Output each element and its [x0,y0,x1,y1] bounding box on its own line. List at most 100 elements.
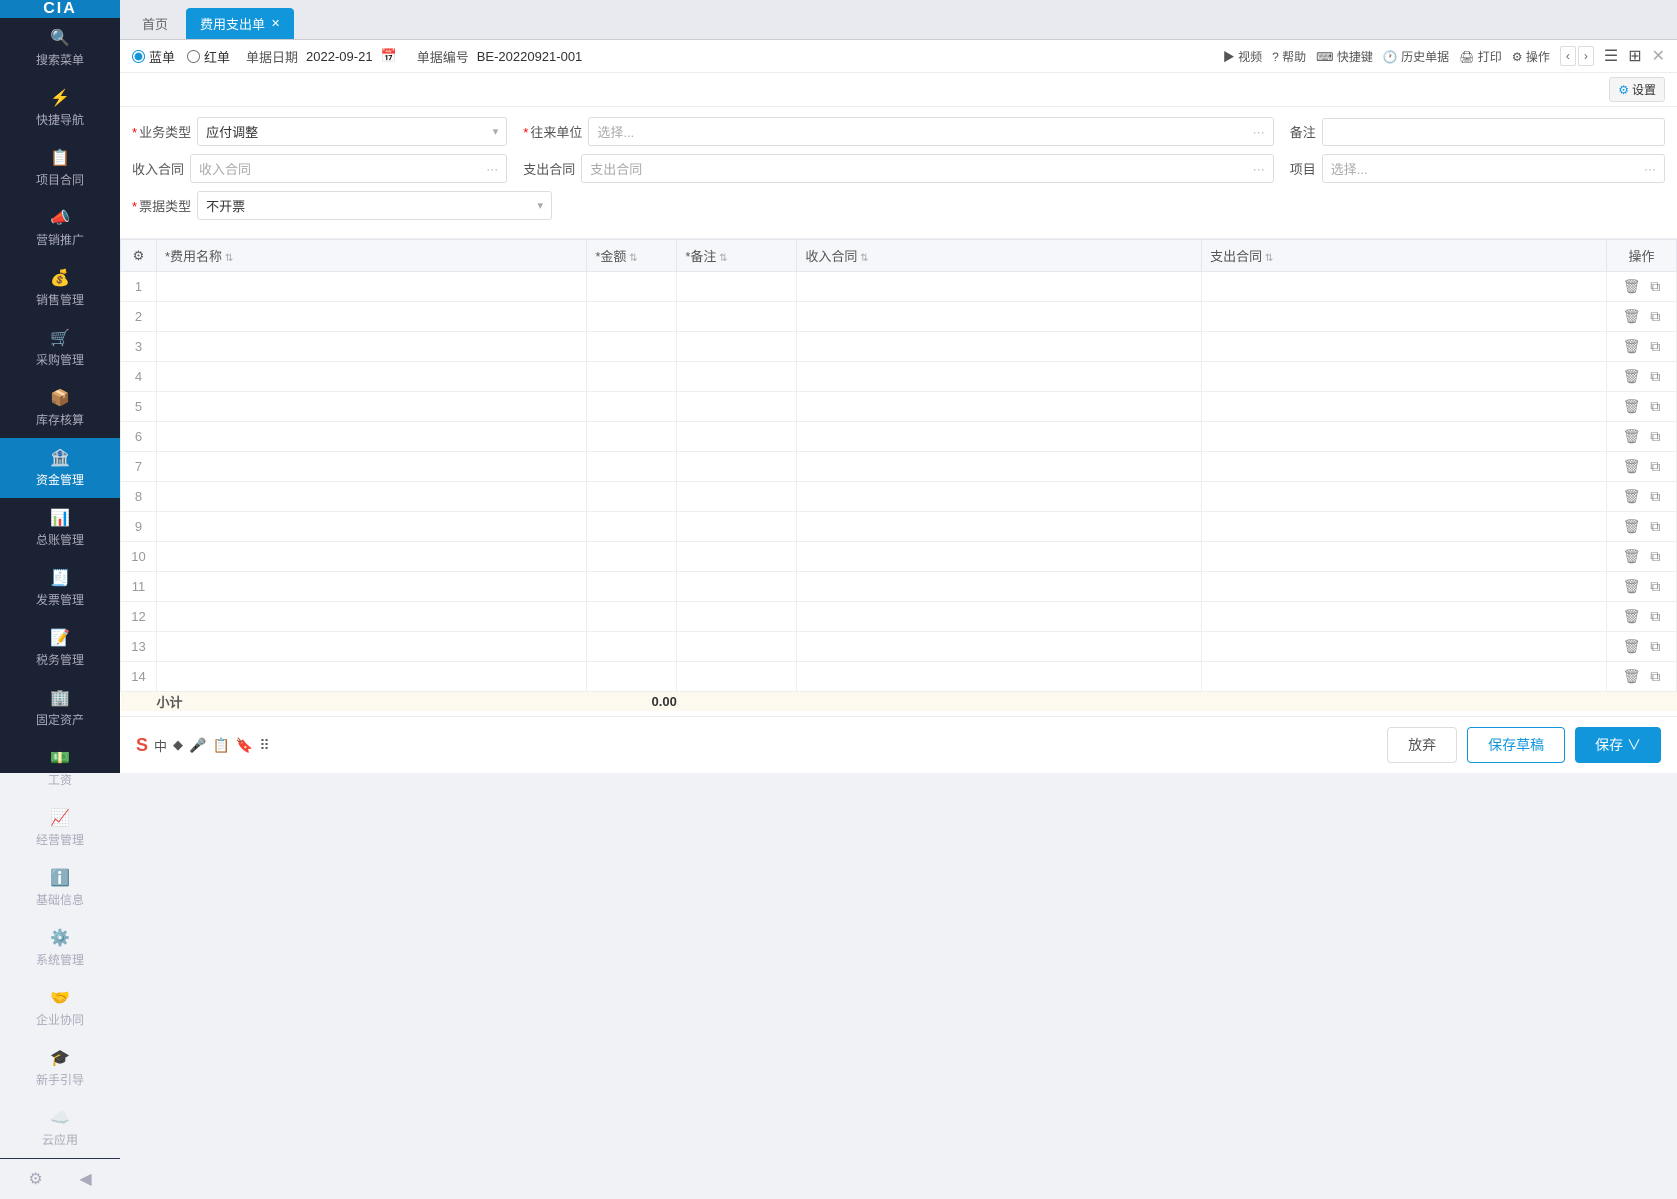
col-expense-contract[interactable]: 支出合同 [1202,240,1607,272]
sidebar-item-enterprise[interactable]: 🤝 企业协同 [0,978,120,1038]
expense-name-cell[interactable] [157,302,587,332]
col-expense-name[interactable]: *费用名称 [157,240,587,272]
expense-contract-cell[interactable] [1202,602,1607,632]
copy-row-icon[interactable]: ⧉ [1650,308,1660,324]
col-note[interactable]: *备注 [677,240,797,272]
sidebar-item-inventory[interactable]: 📦 库存核算 [0,378,120,438]
layout-list-btn[interactable]: ☰ [1604,46,1618,66]
copy-row-icon[interactable]: ⧉ [1650,398,1660,414]
income-contract-cell[interactable] [797,542,1202,572]
sidebar-item-marketing[interactable]: 📣 营销推广 [0,198,120,258]
help-btn[interactable]: ? 帮助 [1272,48,1306,65]
expense-name-cell[interactable] [157,452,587,482]
delete-row-icon[interactable]: 🗑 [1623,638,1641,654]
operation-btn[interactable]: ⚙ 操作 [1512,48,1550,65]
delete-row-icon[interactable]: 🗑 [1623,608,1641,624]
expense-contract-cell[interactable] [1202,452,1607,482]
mic-icon[interactable]: 🎤 [189,737,206,754]
delete-row-icon[interactable]: 🗑 [1623,368,1641,384]
expense-contract-cell[interactable] [1202,272,1607,302]
amount-cell[interactable] [587,392,677,422]
sidebar-item-tax[interactable]: 📝 税务管理 [0,618,120,678]
expense-name-cell[interactable] [157,362,587,392]
sidebar-item-system[interactable]: ⚙️ 系统管理 [0,918,120,978]
copy-row-icon[interactable]: ⧉ [1650,608,1660,624]
note-cell[interactable] [677,362,797,392]
settings-icon[interactable]: ⚙ [28,1169,42,1189]
delete-row-icon[interactable]: 🗑 [1623,458,1641,474]
blue-bill-radio[interactable]: 蓝单 [132,47,175,66]
tab-close-expense[interactable]: ✕ [271,17,280,30]
note-cell[interactable] [677,332,797,362]
col-income-contract[interactable]: 收入合同 [797,240,1202,272]
note-cell[interactable] [677,512,797,542]
expense-contract-cell[interactable] [1202,542,1607,572]
income-contract-cell[interactable] [797,572,1202,602]
sidebar-item-invoice[interactable]: 🧾 发票管理 [0,558,120,618]
amount-cell[interactable] [587,422,677,452]
delete-row-icon[interactable]: 🗑 [1623,488,1641,504]
expense-name-cell[interactable] [157,482,587,512]
amount-cell[interactable] [587,632,677,662]
business-type-input[interactable]: 应付调整 ▾ [197,117,507,146]
expense-name-cell[interactable] [157,272,587,302]
expense-contract-cell[interactable] [1202,572,1607,602]
expense-name-cell[interactable] [157,602,587,632]
copy-row-icon[interactable]: ⧉ [1650,428,1660,444]
note-cell[interactable] [677,632,797,662]
prev-record-btn[interactable]: ‹ [1560,46,1576,66]
copy-row-icon[interactable]: ⧉ [1650,578,1660,594]
income-contract-cell[interactable] [797,512,1202,542]
income-contract-cell[interactable] [797,302,1202,332]
note-cell[interactable] [677,272,797,302]
date-value[interactable]: 2022-09-21 [306,49,373,64]
expense-contract-cell[interactable] [1202,632,1607,662]
copy-row-icon[interactable]: ⧉ [1650,458,1660,474]
income-contract-cell[interactable] [797,422,1202,452]
sidebar-item-capital[interactable]: 🏦 资金管理 [0,438,120,498]
note-cell[interactable] [677,452,797,482]
amount-cell[interactable] [587,272,677,302]
expense-name-cell[interactable] [157,512,587,542]
save-draft-button[interactable]: 保存草稿 [1467,727,1565,763]
sidebar-item-basic[interactable]: ℹ️ 基础信息 [0,858,120,918]
income-contract-cell[interactable] [797,332,1202,362]
expense-name-cell[interactable] [157,542,587,572]
settings-button[interactable]: ⚙ 设置 [1609,77,1665,102]
expense-contract-cell[interactable] [1202,362,1607,392]
expense-name-cell[interactable] [157,392,587,422]
income-contract-cell[interactable] [797,482,1202,512]
amount-cell[interactable] [587,362,677,392]
sidebar-item-guide[interactable]: 🎓 新手引导 [0,1038,120,1098]
tab-expense[interactable]: 费用支出单✕ [186,8,294,39]
save-button[interactable]: 保存 ∨ [1575,727,1661,763]
amount-cell[interactable] [587,542,677,572]
discard-button[interactable]: 放弃 [1387,727,1457,763]
red-bill-radio[interactable]: 红单 [187,47,230,66]
income-contract-input[interactable]: 收入合同 ··· [190,154,507,183]
expense-contract-cell[interactable] [1202,662,1607,692]
expense-contract-input[interactable]: 支出合同 ··· [581,154,1273,183]
copy-row-icon[interactable]: ⧉ [1650,278,1660,294]
amount-cell[interactable] [587,332,677,362]
copy-row-icon[interactable]: ⧉ [1650,338,1660,354]
bookmark-icon[interactable]: 🔖 [236,737,253,754]
col-amount[interactable]: *金额 [587,240,677,272]
partner-input[interactable]: 选择... ··· [588,117,1273,146]
sidebar-item-search[interactable]: 🔍 搜索菜单 [0,18,120,78]
note-cell[interactable] [677,422,797,452]
diamond-icon[interactable]: ◆ [173,737,183,753]
amount-cell[interactable] [587,302,677,332]
sidebar-item-accounting[interactable]: 📊 总账管理 [0,498,120,558]
sidebar-item-sales[interactable]: 💰 销售管理 [0,258,120,318]
delete-row-icon[interactable]: 🗑 [1623,578,1641,594]
amount-cell[interactable] [587,482,677,512]
note-cell[interactable] [677,662,797,692]
note-cell[interactable] [677,392,797,422]
invoice-type-input[interactable]: 不开票 ▾ [197,191,552,220]
project-input[interactable]: 选择... ··· [1322,154,1665,183]
next-record-btn[interactable]: › [1578,46,1594,66]
income-contract-cell[interactable] [797,452,1202,482]
video-btn[interactable]: ▶ 视频 [1223,48,1262,65]
delete-row-icon[interactable]: 🗑 [1623,338,1641,354]
